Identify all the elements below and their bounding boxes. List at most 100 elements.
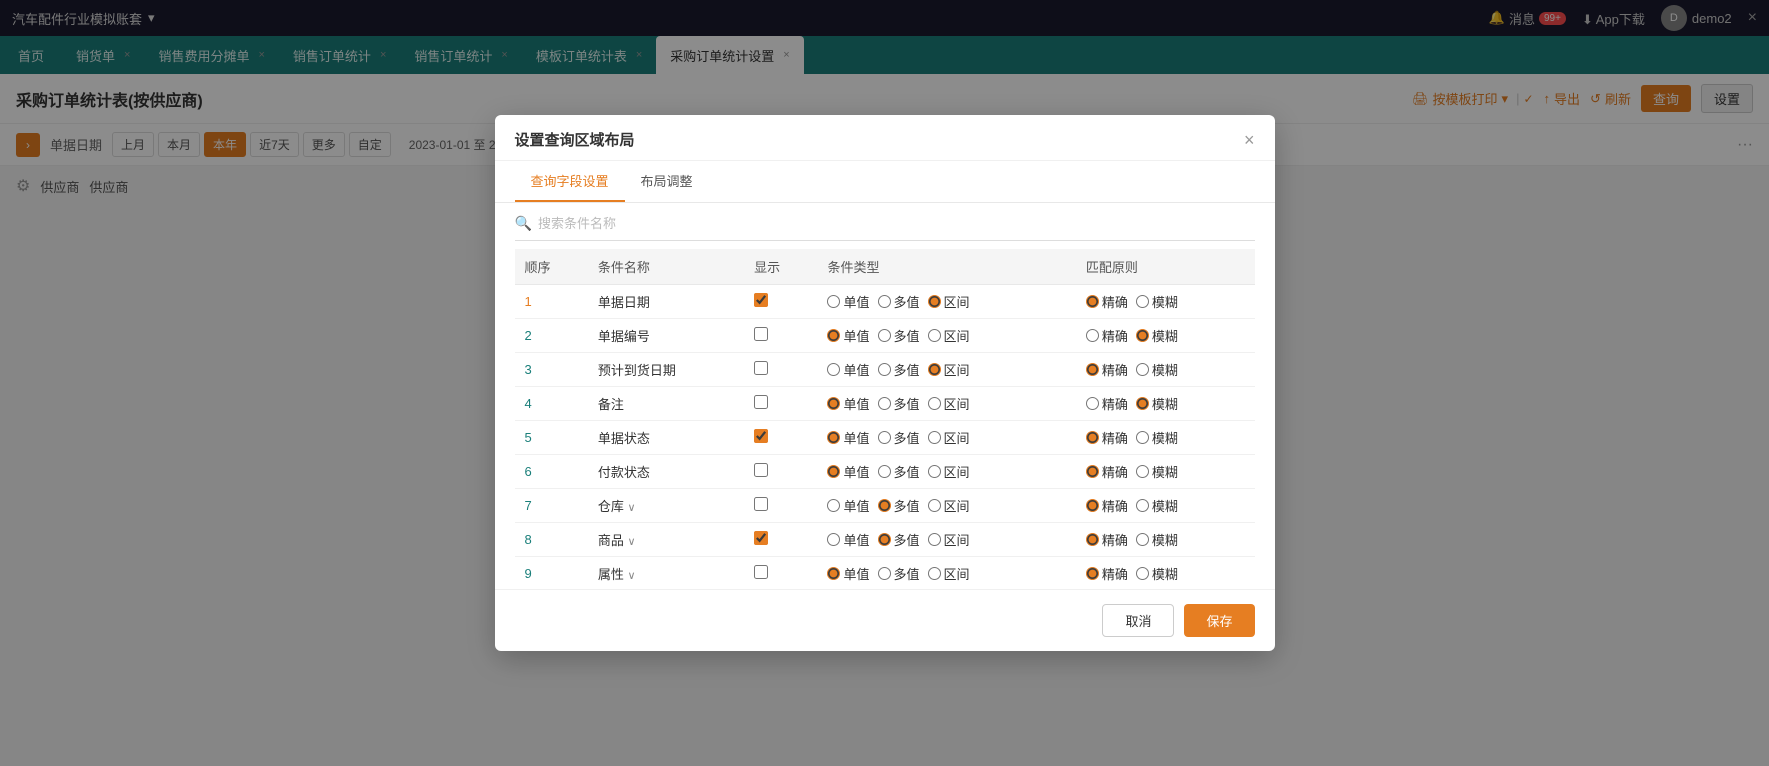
row-name: 备注 — [588, 387, 744, 421]
type-radio-多值[interactable]: 多值 — [878, 564, 920, 583]
row-type: 单值多值区间 — [817, 523, 1075, 557]
match-radio-精确[interactable]: 精确 — [1086, 564, 1128, 583]
type-radio-区间[interactable]: 区间 — [928, 394, 970, 413]
row-match: 精确模糊 — [1076, 421, 1255, 455]
row-order: 7 — [515, 489, 588, 523]
search-icon: 🔍 — [515, 215, 532, 232]
display-checkbox[interactable] — [754, 531, 768, 545]
match-radio-精确[interactable]: 精确 — [1086, 360, 1128, 379]
table-head: 顺序 条件名称 显示 条件类型 匹配原则 — [515, 249, 1255, 285]
display-checkbox[interactable] — [754, 429, 768, 443]
display-checkbox[interactable] — [754, 565, 768, 579]
th-match: 匹配原则 — [1076, 249, 1255, 285]
display-checkbox[interactable] — [754, 293, 768, 307]
type-radio-单值[interactable]: 单值 — [827, 496, 869, 515]
dropdown-arrow-icon[interactable]: ∨ — [627, 536, 635, 548]
display-checkbox[interactable] — [754, 463, 768, 477]
match-radio-精确[interactable]: 精确 — [1086, 394, 1128, 413]
th-type: 条件类型 — [817, 249, 1075, 285]
row-display[interactable] — [744, 557, 817, 590]
th-display: 显示 — [744, 249, 817, 285]
table-row: 5单据状态单值多值区间精确模糊 — [515, 421, 1255, 455]
row-name: 单据日期 — [588, 285, 744, 319]
search-input[interactable] — [538, 216, 738, 231]
row-display[interactable] — [744, 285, 817, 319]
row-display[interactable] — [744, 353, 817, 387]
type-radio-多值[interactable]: 多值 — [878, 530, 920, 549]
type-radio-多值[interactable]: 多值 — [878, 292, 920, 311]
table-row: 8商品 ∨单值多值区间精确模糊 — [515, 523, 1255, 557]
match-radio-精确[interactable]: 精确 — [1086, 326, 1128, 345]
match-radio-模糊[interactable]: 模糊 — [1136, 530, 1178, 549]
table-row: 6付款状态单值多值区间精确模糊 — [515, 455, 1255, 489]
display-checkbox[interactable] — [754, 327, 768, 341]
row-match: 精确模糊 — [1076, 489, 1255, 523]
type-radio-单值[interactable]: 单值 — [827, 530, 869, 549]
type-radio-区间[interactable]: 区间 — [928, 326, 970, 345]
type-radio-区间[interactable]: 区间 — [928, 496, 970, 515]
match-radio-模糊[interactable]: 模糊 — [1136, 292, 1178, 311]
table-body: 1单据日期单值多值区间精确模糊2单据编号单值多值区间精确模糊3预计到货日期单值多… — [515, 285, 1255, 590]
match-radio-模糊[interactable]: 模糊 — [1136, 564, 1178, 583]
modal-close-btn[interactable]: × — [1244, 131, 1255, 149]
match-radio-精确[interactable]: 精确 — [1086, 496, 1128, 515]
match-radio-精确[interactable]: 精确 — [1086, 428, 1128, 447]
row-display[interactable] — [744, 421, 817, 455]
table-row: 2单据编号单值多值区间精确模糊 — [515, 319, 1255, 353]
modal-body: 🔍 顺序 条件名称 显示 条件类型 匹配原则 — [495, 203, 1275, 589]
table-row: 9属性 ∨单值多值区间精确模糊 — [515, 557, 1255, 590]
row-display[interactable] — [744, 489, 817, 523]
search-bar: 🔍 — [515, 215, 1255, 241]
match-radio-模糊[interactable]: 模糊 — [1136, 428, 1178, 447]
type-radio-多值[interactable]: 多值 — [878, 394, 920, 413]
type-radio-区间[interactable]: 区间 — [928, 428, 970, 447]
type-radio-区间[interactable]: 区间 — [928, 530, 970, 549]
type-radio-区间[interactable]: 区间 — [928, 564, 970, 583]
type-radio-单值[interactable]: 单值 — [827, 428, 869, 447]
type-radio-单值[interactable]: 单值 — [827, 326, 869, 345]
type-radio-区间[interactable]: 区间 — [928, 462, 970, 481]
type-radio-多值[interactable]: 多值 — [878, 428, 920, 447]
row-order: 3 — [515, 353, 588, 387]
match-radio-模糊[interactable]: 模糊 — [1136, 496, 1178, 515]
display-checkbox[interactable] — [754, 361, 768, 375]
row-type: 单值多值区间 — [817, 489, 1075, 523]
row-display[interactable] — [744, 387, 817, 421]
modal-tab-layout[interactable]: 布局调整 — [625, 161, 709, 202]
dropdown-arrow-icon[interactable]: ∨ — [627, 502, 635, 514]
type-radio-多值[interactable]: 多值 — [878, 360, 920, 379]
type-radio-单值[interactable]: 单值 — [827, 462, 869, 481]
row-display[interactable] — [744, 523, 817, 557]
match-radio-精确[interactable]: 精确 — [1086, 462, 1128, 481]
match-radio-精确[interactable]: 精确 — [1086, 292, 1128, 311]
type-radio-单值[interactable]: 单值 — [827, 360, 869, 379]
type-radio-多值[interactable]: 多值 — [878, 326, 920, 345]
row-display[interactable] — [744, 455, 817, 489]
type-radio-单值[interactable]: 单值 — [827, 394, 869, 413]
row-order: 1 — [515, 285, 588, 319]
table-row: 3预计到货日期单值多值区间精确模糊 — [515, 353, 1255, 387]
display-checkbox[interactable] — [754, 395, 768, 409]
match-radio-精确[interactable]: 精确 — [1086, 530, 1128, 549]
match-radio-模糊[interactable]: 模糊 — [1136, 326, 1178, 345]
row-type: 单值多值区间 — [817, 421, 1075, 455]
match-radio-模糊[interactable]: 模糊 — [1136, 394, 1178, 413]
match-radio-模糊[interactable]: 模糊 — [1136, 360, 1178, 379]
type-radio-单值[interactable]: 单值 — [827, 564, 869, 583]
cancel-button[interactable]: 取消 — [1102, 604, 1174, 637]
match-radio-模糊[interactable]: 模糊 — [1136, 462, 1178, 481]
type-radio-区间[interactable]: 区间 — [928, 292, 970, 311]
modal-footer: 取消 保存 — [495, 589, 1275, 651]
modal-tab-field-settings[interactable]: 查询字段设置 — [515, 161, 625, 202]
row-type: 单值多值区间 — [817, 353, 1075, 387]
modal-title: 设置查询区域布局 — [515, 129, 635, 150]
row-type: 单值多值区间 — [817, 285, 1075, 319]
type-radio-多值[interactable]: 多值 — [878, 462, 920, 481]
save-button[interactable]: 保存 — [1184, 604, 1254, 637]
type-radio-多值[interactable]: 多值 — [878, 496, 920, 515]
row-display[interactable] — [744, 319, 817, 353]
type-radio-单值[interactable]: 单值 — [827, 292, 869, 311]
display-checkbox[interactable] — [754, 497, 768, 511]
dropdown-arrow-icon[interactable]: ∨ — [627, 570, 635, 582]
type-radio-区间[interactable]: 区间 — [928, 360, 970, 379]
